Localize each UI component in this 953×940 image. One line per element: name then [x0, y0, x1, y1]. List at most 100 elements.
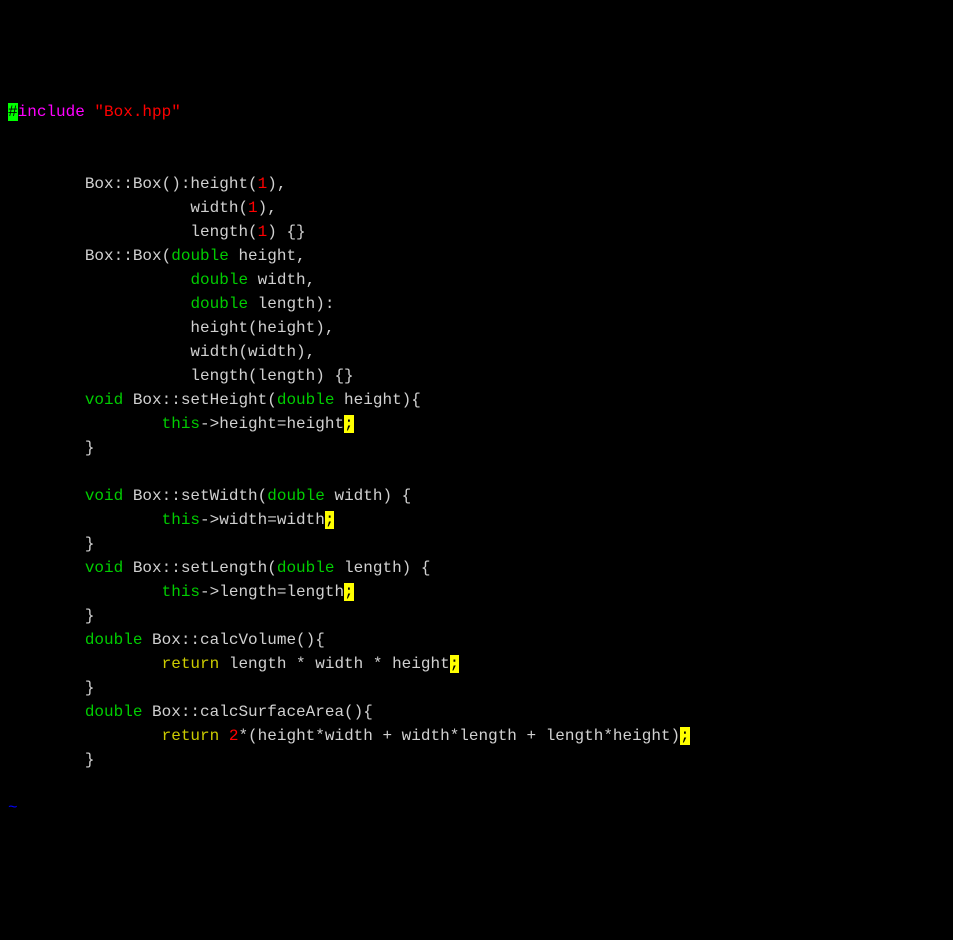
code-line: this->width=width;	[8, 508, 945, 532]
code-line: double Box::calcVolume(){	[8, 628, 945, 652]
code-text: height(height),	[8, 319, 334, 337]
code-line: #include "Box.hpp"	[8, 100, 945, 124]
code-line: }	[8, 436, 945, 460]
type-token: void	[85, 391, 123, 409]
code-line: width(1),	[8, 196, 945, 220]
code-text: }	[8, 607, 94, 625]
code-text: height){	[334, 391, 420, 409]
highlight-token: ;	[344, 583, 354, 601]
code-text: width(	[8, 199, 248, 217]
code-line: double Box::calcSurfaceArea(){	[8, 700, 945, 724]
code-text	[8, 655, 162, 673]
code-line: }	[8, 604, 945, 628]
keyword-token: return	[162, 655, 220, 673]
code-text	[8, 511, 162, 529]
keyword-token: this	[162, 511, 200, 529]
code-text: length):	[248, 295, 334, 313]
type-token: void	[85, 559, 123, 577]
number-token: 1	[248, 199, 258, 217]
code-text	[8, 727, 162, 745]
code-text: ->length=length	[200, 583, 344, 601]
code-text: length(length) {}	[8, 367, 354, 385]
cursor: #	[8, 103, 18, 121]
tilde-icon: ~	[8, 799, 18, 817]
code-line	[8, 772, 945, 796]
code-text: Box::setLength(	[123, 559, 277, 577]
empty-line-marker: ~	[8, 796, 945, 820]
type-token: double	[85, 703, 143, 721]
code-text: Box::setHeight(	[123, 391, 277, 409]
type-token: double	[277, 391, 335, 409]
preproc-token: include	[18, 103, 95, 121]
code-text	[219, 727, 229, 745]
code-line: this->height=height;	[8, 412, 945, 436]
code-text: ),	[258, 199, 277, 217]
code-text: Box::calcVolume(){	[142, 631, 324, 649]
code-line: }	[8, 532, 945, 556]
code-line: return 2*(height*width + width*length + …	[8, 724, 945, 748]
code-text: Box::setWidth(	[123, 487, 267, 505]
code-line: }	[8, 676, 945, 700]
string-token: "Box.hpp"	[94, 103, 180, 121]
type-token: double	[267, 487, 325, 505]
code-line: this->length=length;	[8, 580, 945, 604]
code-text: length * width * height	[219, 655, 449, 673]
type-token: double	[85, 631, 143, 649]
code-text	[8, 703, 85, 721]
number-token: 1	[258, 175, 268, 193]
type-token: double	[190, 271, 248, 289]
type-token: double	[171, 247, 229, 265]
type-token: void	[85, 487, 123, 505]
highlight-token: ;	[344, 415, 354, 433]
number-token: 2	[229, 727, 239, 745]
code-text: }	[8, 439, 94, 457]
code-text: *(height*width + width*length + length*h…	[238, 727, 680, 745]
code-text	[8, 391, 85, 409]
code-text	[8, 487, 85, 505]
code-line: length(length) {}	[8, 364, 945, 388]
code-text: length(	[8, 223, 258, 241]
code-text: ->width=width	[200, 511, 325, 529]
code-text: width) {	[325, 487, 411, 505]
code-editor[interactable]: #include "Box.hpp" Box::Box():height(1),…	[8, 100, 945, 820]
code-line: length(1) {}	[8, 220, 945, 244]
code-text: height,	[229, 247, 306, 265]
code-text: ),	[267, 175, 286, 193]
code-line: width(width),	[8, 340, 945, 364]
code-text	[8, 559, 85, 577]
code-text	[8, 415, 162, 433]
code-text	[8, 295, 190, 313]
number-token: 1	[258, 223, 268, 241]
type-token: double	[277, 559, 335, 577]
code-text: ->height=height	[200, 415, 344, 433]
code-text: width,	[248, 271, 315, 289]
keyword-token: this	[162, 415, 200, 433]
code-line: return length * width * height;	[8, 652, 945, 676]
code-line	[8, 148, 945, 172]
code-text: }	[8, 679, 94, 697]
code-text: length) {	[334, 559, 430, 577]
code-text: Box::Box(	[8, 247, 171, 265]
code-text: }	[8, 535, 94, 553]
highlight-token: ;	[325, 511, 335, 529]
code-line: void Box::setWidth(double width) {	[8, 484, 945, 508]
code-line: double width,	[8, 268, 945, 292]
code-line: height(height),	[8, 316, 945, 340]
code-line: }	[8, 748, 945, 772]
code-text	[8, 583, 162, 601]
code-text	[8, 271, 190, 289]
code-line	[8, 460, 945, 484]
code-text: Box::Box():height(	[8, 175, 258, 193]
highlight-token: ;	[680, 727, 690, 745]
keyword-token: this	[162, 583, 200, 601]
code-line: double length):	[8, 292, 945, 316]
code-line: Box::Box(double height,	[8, 244, 945, 268]
code-line	[8, 124, 945, 148]
code-line: Box::Box():height(1),	[8, 172, 945, 196]
code-line: void Box::setHeight(double height){	[8, 388, 945, 412]
type-token: double	[190, 295, 248, 313]
code-line: void Box::setLength(double length) {	[8, 556, 945, 580]
code-text: width(width),	[8, 343, 315, 361]
highlight-token: ;	[450, 655, 460, 673]
keyword-token: return	[162, 727, 220, 745]
